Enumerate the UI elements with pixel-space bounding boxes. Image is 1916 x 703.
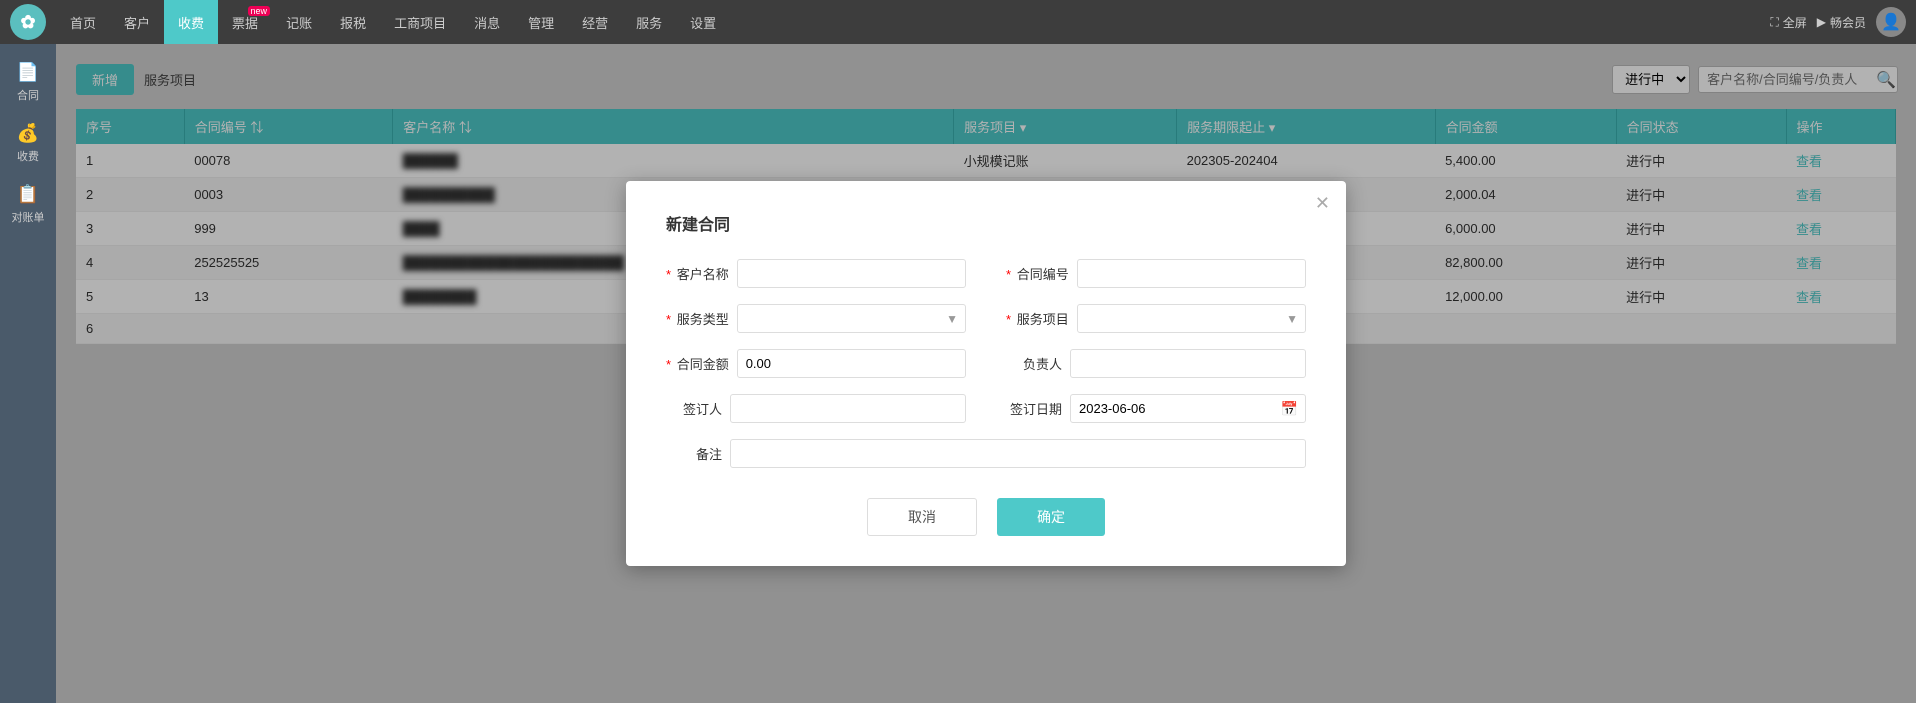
content-area: 新增 服务项目 进行中 已完成 已终止 🔍 序号 合同编号 ⇅ 客户名称 ⇅ 服… — [56, 44, 1916, 703]
sign-date-input[interactable] — [1070, 394, 1306, 423]
amount-row: * 合同金额 — [666, 349, 966, 378]
top-nav: ✿ 首页 客户 收费 票据 new 记账 报税 工商项目 消息 管理 经营 服务… — [0, 0, 1916, 44]
fullscreen-btn[interactable]: ⛶ 全屏 — [1770, 14, 1806, 31]
sidebar-item-contract[interactable]: 📄 合同 — [2, 54, 54, 111]
nav-manage[interactable]: 管理 — [514, 0, 568, 44]
modal-footer: 取消 确定 — [666, 498, 1306, 536]
form-grid: * 客户名称 * 合同编号 — [666, 259, 1306, 468]
nav-right: ⛶ 全屏 ▶ 畅会员 👤 — [1770, 7, 1906, 37]
modal-overlay: ✕ 新建合同 * 客户名称 * 合同 — [56, 44, 1916, 703]
app-logo: ✿ — [10, 4, 46, 40]
sidebar-item-reconciliation[interactable]: 📋 对账单 — [2, 176, 54, 233]
confirm-button[interactable]: 确定 — [997, 498, 1105, 536]
cancel-button[interactable]: 取消 — [867, 498, 977, 536]
contract-no-row: * 合同编号 — [1006, 259, 1306, 288]
customer-name-input[interactable] — [737, 259, 966, 288]
customer-name-row: * 客户名称 — [666, 259, 966, 288]
modal-close-button[interactable]: ✕ — [1315, 193, 1330, 214]
contract-no-input[interactable] — [1077, 259, 1306, 288]
contract-icon: 📄 — [17, 62, 39, 83]
nav-fee[interactable]: 收费 — [164, 0, 218, 44]
nav-ticket[interactable]: 票据 new — [218, 0, 272, 44]
nav-operation[interactable]: 经营 — [568, 0, 622, 44]
nav-bookkeeping[interactable]: 记账 — [272, 0, 326, 44]
reconciliation-icon: 📋 — [17, 184, 39, 205]
sidebar: 📄 合同 💰 收费 📋 对账单 — [0, 44, 56, 703]
nav-customer[interactable]: 客户 — [110, 0, 164, 44]
vip-btn[interactable]: ▶ 畅会员 — [1817, 14, 1866, 31]
avatar[interactable]: 👤 — [1876, 7, 1906, 37]
main-layout: 📄 合同 💰 收费 📋 对账单 新增 服务项目 进行中 已完成 已终止 🔍 — [0, 44, 1916, 703]
service-project-select[interactable] — [1077, 304, 1306, 333]
service-type-select[interactable] — [737, 304, 966, 333]
remark-row: 备注 — [666, 439, 1306, 468]
signer-row: 签订人 — [666, 394, 966, 423]
sidebar-item-fee[interactable]: 💰 收费 — [2, 115, 54, 172]
remark-input[interactable] — [730, 439, 1306, 468]
fee-icon: 💰 — [17, 123, 39, 144]
new-badge: new — [248, 6, 271, 16]
service-type-row: * 服务类型 ▼ — [666, 304, 966, 333]
nav-message[interactable]: 消息 — [460, 0, 514, 44]
responsible-row: 负责人 — [1006, 349, 1306, 378]
responsible-input[interactable] — [1070, 349, 1306, 378]
modal-title: 新建合同 — [666, 211, 1306, 235]
nav-settings[interactable]: 设置 — [676, 0, 730, 44]
amount-input[interactable] — [737, 349, 966, 378]
service-project-row: * 服务项目 ▼ — [1006, 304, 1306, 333]
nav-tax[interactable]: 报税 — [326, 0, 380, 44]
create-contract-modal: ✕ 新建合同 * 客户名称 * 合同 — [626, 181, 1346, 566]
signer-input[interactable] — [730, 394, 966, 423]
nav-business[interactable]: 工商项目 — [380, 0, 460, 44]
nav-service[interactable]: 服务 — [622, 0, 676, 44]
sign-date-row: 签订日期 📅 — [1006, 394, 1306, 423]
nav-home[interactable]: 首页 — [56, 0, 110, 44]
